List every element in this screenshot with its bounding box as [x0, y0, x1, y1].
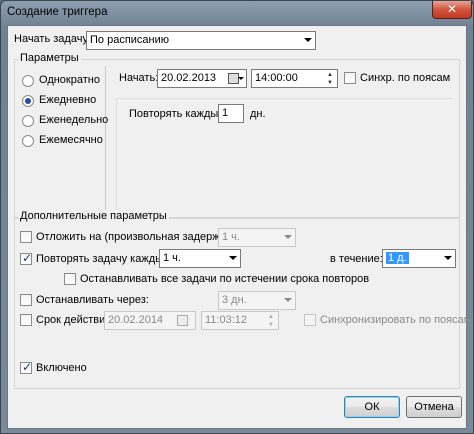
ok-button[interactable]: ОК — [344, 396, 400, 418]
delay-label: Отложить на (произвольная задержка): — [36, 231, 238, 243]
start-task-select[interactable]: По расписанию — [86, 31, 316, 50]
repeat-every-days-value: 1 — [222, 107, 229, 119]
repeat-task-checkbox[interactable] — [20, 251, 32, 265]
stop-all-checkbox[interactable] — [64, 273, 76, 285]
calendar-icon[interactable] — [176, 314, 190, 327]
params-divider — [105, 66, 106, 216]
radio-once[interactable] — [22, 75, 34, 87]
params-legend: Параметры — [18, 52, 81, 64]
dialog-body: Начать задачу: По расписанию Параметры О… — [7, 25, 471, 429]
title-bar[interactable]: Создание триггера ✕ — [1, 1, 473, 25]
radio-daily-label: Ежедневно — [39, 94, 97, 106]
start-label: Начать: — [119, 72, 159, 84]
enabled-label: Включено — [36, 362, 87, 374]
advanced-legend: Дополнительные параметры — [18, 210, 169, 222]
repeat-task-value: 1 ч. — [163, 252, 181, 264]
radio-monthly[interactable] — [22, 135, 34, 147]
repeat-task-select[interactable]: 1 ч. — [159, 249, 241, 268]
start-time-value: 14:00:00 — [255, 72, 298, 84]
repeat-task-label: Повторять задачу каждые: — [36, 253, 173, 265]
expire-sync-checkbox[interactable] — [304, 314, 316, 326]
stop-after-label: Останавливать через: — [36, 294, 149, 306]
stop-after-select[interactable]: 3 дн. — [218, 291, 296, 310]
chevron-down-icon — [284, 298, 292, 302]
repeat-every-label: Повторять каждые: — [129, 108, 228, 120]
duration-select[interactable]: 1 д. — [382, 249, 456, 268]
spin-down-icon[interactable]: ▼ — [265, 321, 277, 329]
delay-value: 1 ч. — [222, 231, 240, 243]
radio-monthly-label: Ежемесячно — [39, 134, 103, 146]
expire-time-field[interactable]: 11:03:12 ▲ ▼ — [201, 311, 279, 330]
duration-value: 1 д. — [386, 252, 409, 264]
start-task-value: По расписанию — [90, 34, 170, 46]
calendar-glyph — [177, 315, 188, 326]
spin-down-icon[interactable]: ▼ — [324, 79, 336, 87]
radio-once-label: Однократно — [39, 74, 100, 86]
expire-checkbox[interactable] — [20, 314, 32, 326]
dialog-window: Создание триггера ✕ Начать задачу: По ра… — [0, 0, 474, 434]
enabled-checkbox[interactable] — [20, 360, 32, 374]
chevron-down-icon[interactable] — [238, 77, 244, 80]
chevron-down-icon — [444, 256, 452, 260]
stop-after-value: 3 дн. — [222, 294, 247, 306]
duration-label: в течение: — [330, 253, 383, 265]
start-task-label: Начать задачу: — [14, 33, 91, 45]
cancel-button[interactable]: Отмена — [406, 396, 462, 418]
delay-checkbox[interactable] — [20, 231, 32, 243]
stop-all-label: Останавливать все задачи по истечении ср… — [80, 273, 370, 285]
repeat-every-days-input[interactable]: 1 — [218, 104, 244, 123]
radio-weekly[interactable] — [22, 115, 34, 127]
sync-timezones-label: Синхр. по поясам — [360, 72, 451, 84]
chevron-down-icon — [284, 235, 292, 239]
expire-sync-label: Синхронизировать по поясам — [320, 314, 472, 326]
start-time-field[interactable]: 14:00:00 ▲ ▼ — [251, 69, 338, 88]
expire-date-value: 20.02.2014 — [108, 314, 164, 326]
radio-weekly-label: Еженедельно — [39, 114, 109, 126]
chevron-down-icon — [229, 256, 237, 260]
stop-after-checkbox[interactable] — [20, 294, 32, 306]
window-title: Создание триггера — [7, 6, 108, 18]
close-button[interactable]: ✕ — [432, 1, 472, 19]
expire-label: Срок действия: — [36, 314, 115, 326]
start-date-picker[interactable]: 20.02.2013 — [157, 69, 247, 88]
close-icon: ✕ — [446, 2, 458, 16]
radio-daily[interactable] — [22, 95, 34, 107]
start-date-value: 20.02.2013 — [161, 72, 217, 84]
repeat-every-unit: дн. — [250, 108, 266, 120]
expire-time-value: 11:03:12 — [205, 314, 248, 326]
spin-up-icon[interactable]: ▲ — [324, 71, 336, 79]
chevron-down-icon — [304, 38, 312, 42]
delay-select[interactable]: 1 ч. — [218, 228, 296, 247]
expire-date-picker[interactable]: 20.02.2014 — [104, 311, 196, 330]
spin-up-icon[interactable]: ▲ — [265, 313, 277, 321]
sync-timezones-checkbox[interactable] — [344, 72, 356, 84]
